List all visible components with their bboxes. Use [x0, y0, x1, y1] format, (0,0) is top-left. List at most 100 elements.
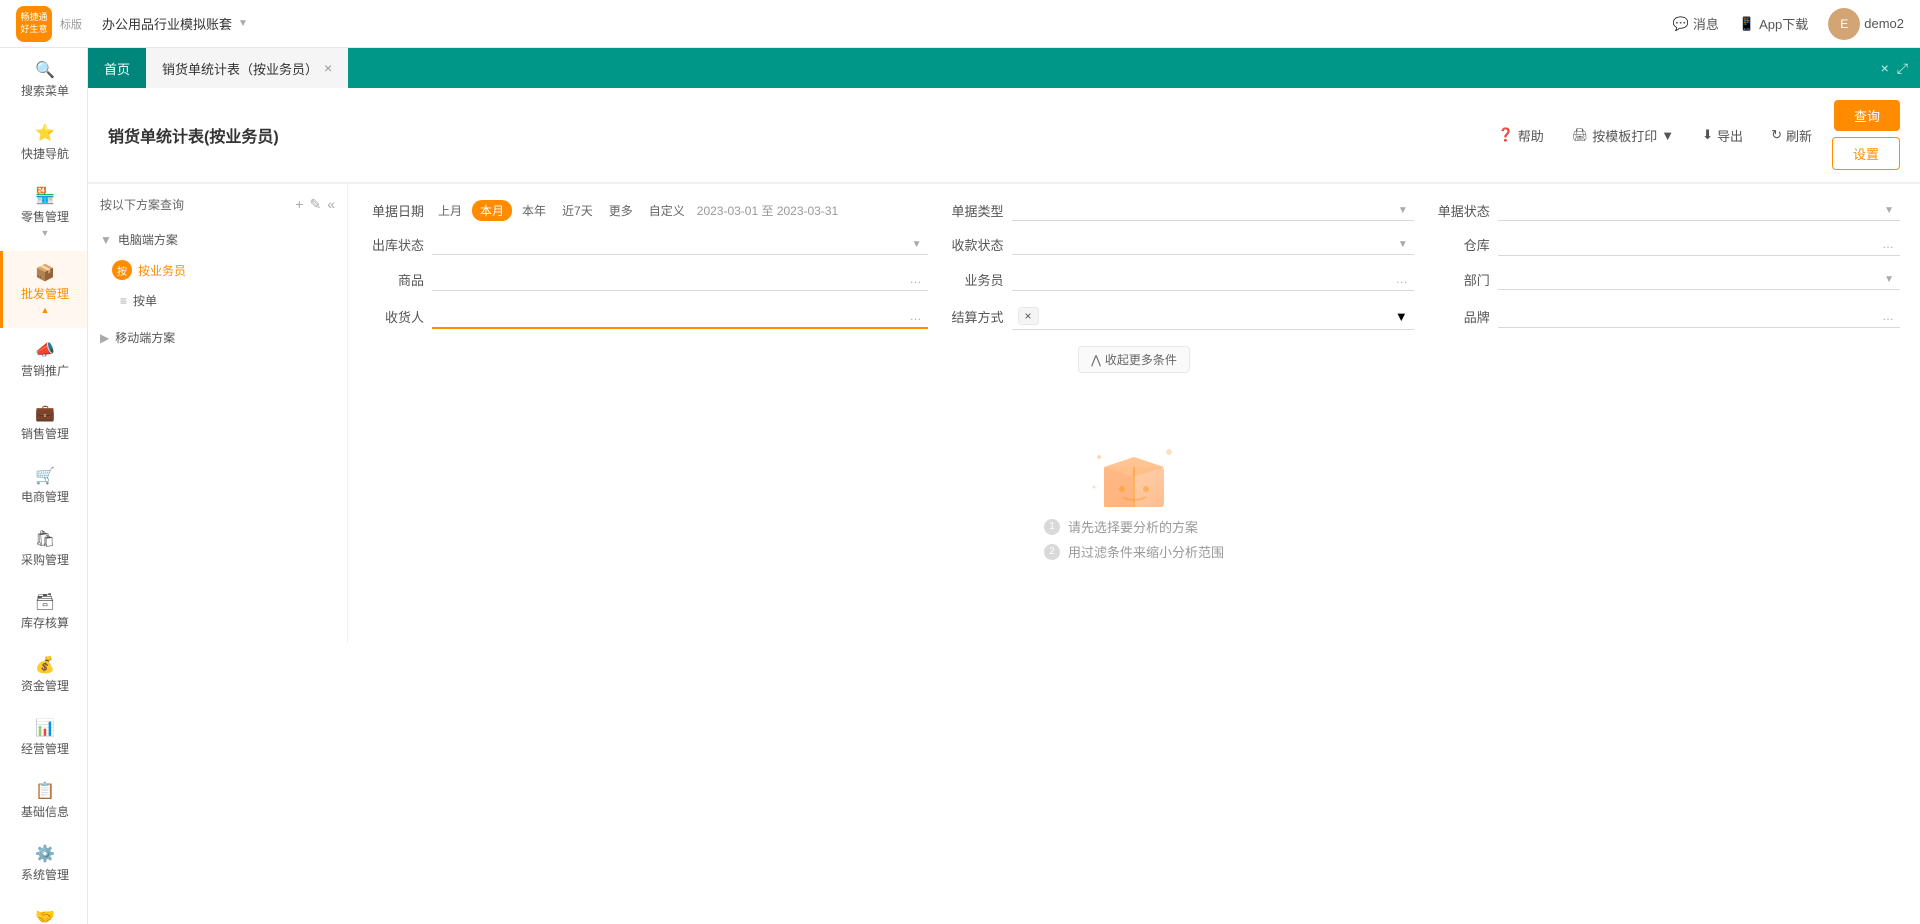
help-label: 帮助	[1518, 126, 1544, 145]
product-input[interactable]: …	[432, 268, 928, 291]
department-label: 部门	[1434, 270, 1490, 289]
sidebar-item-inventory[interactable]: 🗃 库存核算	[0, 580, 87, 643]
warehouse-dots-icon: …	[1882, 237, 1894, 251]
sidebar-item-quick-nav-label: 快捷导航	[7, 145, 83, 162]
edit-scheme-icon[interactable]: ✎	[309, 196, 321, 213]
order-status-arrow-icon: ▼	[1884, 205, 1894, 216]
date-tab-more[interactable]: 更多	[603, 200, 639, 221]
desktop-scheme-label: 电脑端方案	[118, 231, 178, 248]
tab-sales-stats[interactable]: 销货单统计表（按业务员） ×	[146, 48, 348, 88]
sidebar-item-quick-nav[interactable]: ⭐ 快捷导航	[0, 111, 87, 174]
scheme-item-salesperson-label: 按业务员	[138, 262, 186, 279]
sidebar-item-search-label: 搜索菜单	[7, 82, 83, 99]
order-type-select[interactable]: ▼	[1012, 201, 1414, 221]
sidebar: 🔍 搜索菜单 ⭐ 快捷导航 🏪 零售管理 ▼ 📦 批发管理 ▲ 📣 营销推广 💼…	[0, 48, 88, 924]
tab-close-icon[interactable]: ×	[324, 60, 332, 76]
filter-item-date: 单据日期 上月 本月 本年 近7天 更多 自定义	[368, 200, 928, 221]
sidebar-item-finance[interactable]: 💰 资金管理	[0, 643, 87, 706]
collapse-panel-icon[interactable]: «	[327, 196, 335, 213]
retail-icon: 🏪	[7, 186, 83, 206]
sidebar-item-system-label: 系统管理	[7, 866, 83, 883]
query-button[interactable]: 查询	[1834, 100, 1900, 131]
mobile-scheme-header[interactable]: ▶ 移动端方案	[88, 323, 347, 352]
user-menu[interactable]: E demo2	[1828, 8, 1904, 40]
maximize-icon[interactable]: ⤢	[1897, 60, 1908, 77]
scheme-sub-item-order[interactable]: ≡ 按单	[88, 286, 347, 315]
order-status-select[interactable]: ▼	[1498, 201, 1900, 221]
date-tab-custom[interactable]: 自定义	[643, 200, 691, 221]
payment-tag-close[interactable]: ×	[1025, 309, 1032, 323]
sidebar-item-system[interactable]: ⚙️ 系统管理	[0, 832, 87, 895]
wholesale-icon: 📦	[7, 263, 83, 283]
sidebar-item-ecommerce[interactable]: 🛒 电商管理	[0, 454, 87, 517]
message-button[interactable]: 💬 消息	[1673, 14, 1719, 33]
app-subtitle: 标版	[60, 16, 82, 32]
sidebar-item-purchase[interactable]: 🛍 采购管理	[0, 517, 87, 580]
scheme-item-salesperson[interactable]: 按 按业务员	[88, 254, 347, 286]
collapse-button[interactable]: ⋀ 收起更多条件	[1078, 346, 1190, 373]
filter-row-3: 商品 … 业务员	[368, 268, 1900, 291]
page-inner: 销货单统计表(按业务员) ❓ 帮助 🖨 按模板打印 ▼ ⬇	[88, 88, 1920, 924]
export-label: 导出	[1717, 126, 1743, 145]
filter-item-receiver: 收货人 …	[368, 305, 928, 329]
app-download-button[interactable]: 📱 App下载	[1739, 14, 1808, 33]
sidebar-item-basic-info[interactable]: 📋 基础信息	[0, 769, 87, 832]
receiver-input[interactable]: …	[432, 305, 928, 329]
sidebar-item-search[interactable]: 🔍 搜索菜单	[0, 48, 87, 111]
desktop-scheme-header[interactable]: ▼ 电脑端方案	[88, 225, 347, 254]
purchase-icon: 🛍	[7, 529, 83, 549]
out-status-select[interactable]: ▼	[432, 235, 928, 255]
avatar: E	[1828, 8, 1860, 40]
tab-home[interactable]: 首页	[88, 48, 146, 88]
sidebar-item-operations[interactable]: 📊 经营管理	[0, 706, 87, 769]
message-label: 消息	[1693, 14, 1719, 33]
page-header: 销货单统计表(按业务员) ❓ 帮助 🖨 按模板打印 ▼ ⬇	[88, 88, 1920, 183]
department-select[interactable]: ▼	[1498, 270, 1900, 290]
sidebar-item-basic-info-label: 基础信息	[7, 803, 83, 820]
recv-status-label: 收款状态	[948, 235, 1004, 254]
scheme-sub-icon: ≡	[120, 294, 127, 308]
date-tab-this-month[interactable]: 本月	[472, 200, 512, 221]
recv-status-select[interactable]: ▼	[1012, 235, 1414, 255]
left-panel: 按以下方案查询 + ✎ « ▼ 电脑端方案	[88, 184, 348, 643]
sidebar-item-marketing[interactable]: 📣 营销推广	[0, 328, 87, 391]
salesperson-input[interactable]: …	[1012, 268, 1414, 291]
help-button[interactable]: ❓ 帮助	[1490, 122, 1552, 149]
filter-item-order-type: 单据类型 ▼	[948, 201, 1414, 221]
sidebar-item-enterprise[interactable]: 🤝 企业协同	[0, 895, 87, 924]
warehouse-label: 仓库	[1434, 235, 1490, 254]
salesperson-dots-icon: …	[1396, 272, 1408, 286]
left-panel-icons: + ✎ «	[295, 196, 335, 213]
account-selector[interactable]: 办公用品行业模拟账套 ▼	[102, 14, 248, 33]
hint-2-num: 2	[1044, 544, 1060, 560]
date-tab-last-month[interactable]: 上月	[432, 200, 468, 221]
sidebar-item-retail[interactable]: 🏪 零售管理 ▼	[0, 174, 87, 251]
sidebar-item-ecommerce-label: 电商管理	[7, 488, 83, 505]
sidebar-item-finance-label: 资金管理	[7, 677, 83, 694]
warehouse-input[interactable]: …	[1498, 233, 1900, 256]
close-all-icon[interactable]: ×	[1881, 60, 1889, 77]
date-tab-7days[interactable]: 近7天	[556, 200, 599, 221]
order-type-arrow-icon: ▼	[1398, 205, 1408, 216]
department-arrow-icon: ▼	[1884, 274, 1894, 285]
export-button[interactable]: ⬇ 导出	[1694, 122, 1751, 149]
add-scheme-icon[interactable]: +	[295, 196, 303, 213]
mobile-scheme-label: 移动端方案	[115, 329, 175, 346]
brand-input[interactable]: …	[1498, 305, 1900, 328]
sidebar-item-sales[interactable]: 💼 销售管理	[0, 391, 87, 454]
ecommerce-icon: 🛒	[7, 466, 83, 486]
print-button[interactable]: 🖨 按模板打印 ▼	[1564, 122, 1682, 149]
sales-icon: 💼	[7, 403, 83, 423]
tab-bar: 首页 销货单统计表（按业务员） × × ⤢	[88, 48, 1920, 88]
empty-hint-1: 1 请先选择要分析的方案	[1044, 517, 1224, 536]
print-icon: 🖨	[1572, 127, 1589, 143]
settings-button[interactable]: 设置	[1832, 137, 1900, 170]
payment-select[interactable]: × ▼	[1012, 303, 1414, 330]
out-status-arrow-icon: ▼	[912, 239, 922, 250]
date-tab-this-year[interactable]: 本年	[516, 200, 552, 221]
sidebar-item-wholesale[interactable]: 📦 批发管理 ▲	[0, 251, 87, 328]
refresh-button[interactable]: ↻ 刷新	[1763, 122, 1820, 149]
page-title: 销货单统计表(按业务员)	[108, 123, 279, 147]
recv-status-arrow-icon: ▼	[1398, 239, 1408, 250]
filter-row-4: 收货人 … 结算方式	[368, 303, 1900, 330]
